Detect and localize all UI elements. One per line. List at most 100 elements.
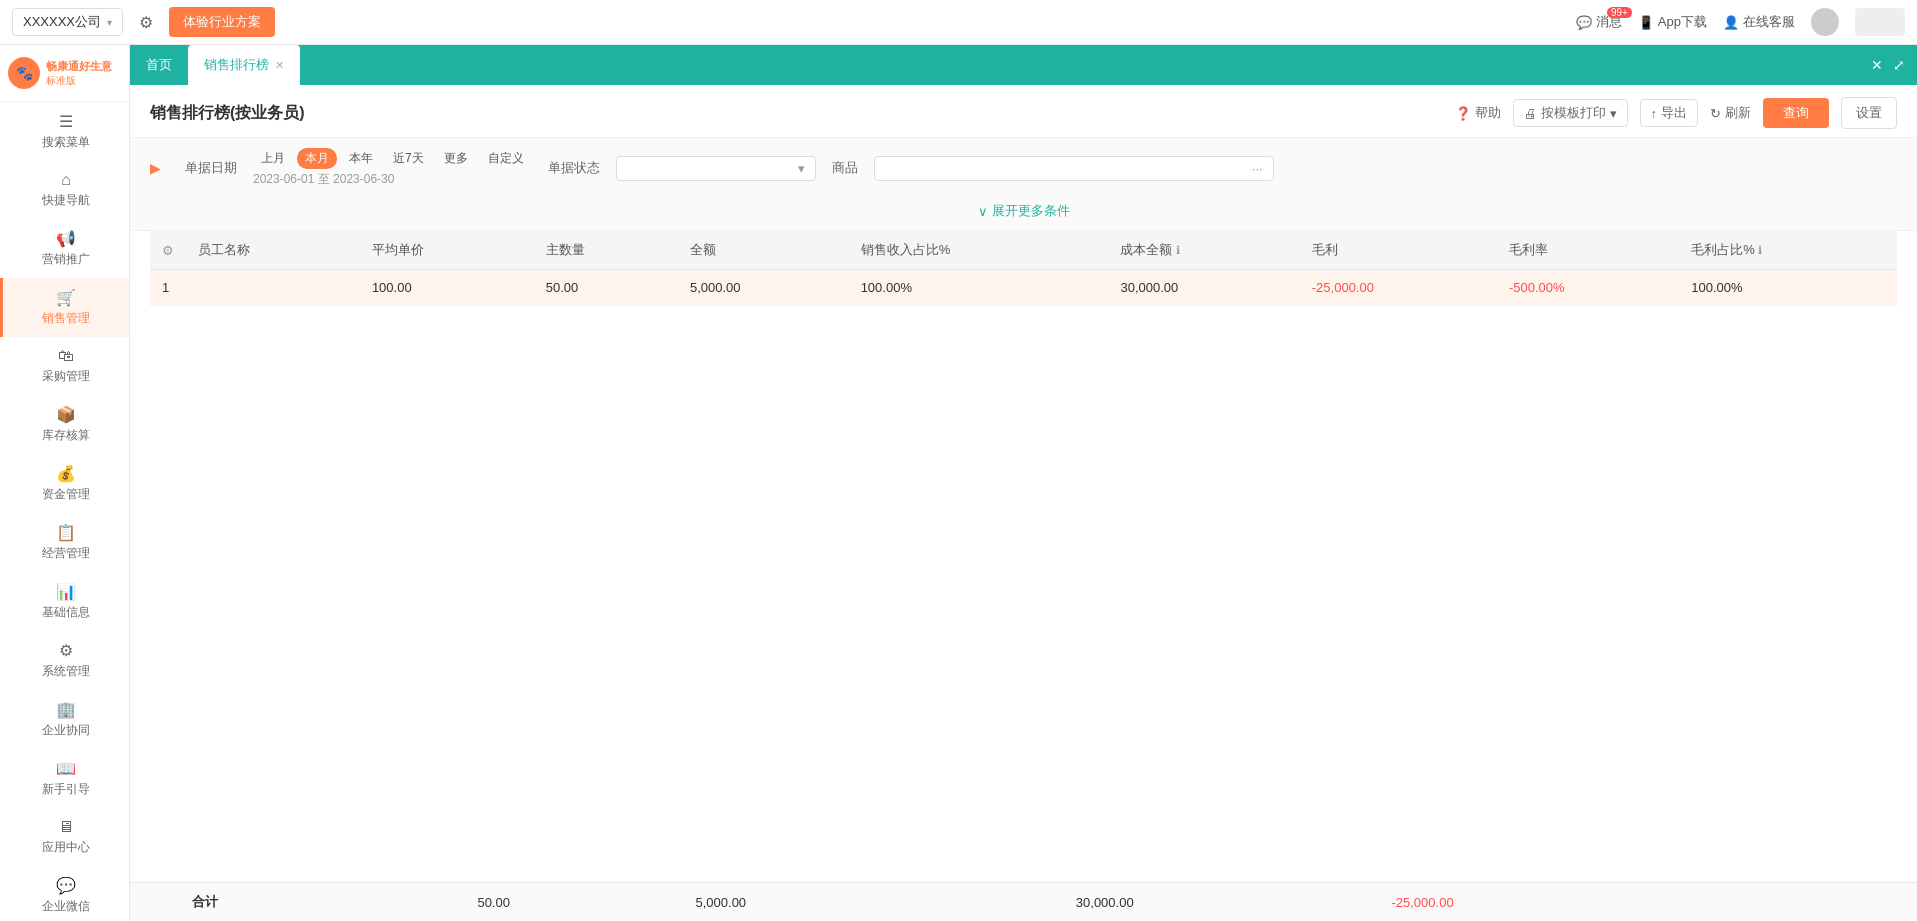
window-close-icon[interactable]: ✕ bbox=[1871, 57, 1883, 73]
status-filter-label: 单据状态 bbox=[548, 159, 600, 177]
message-badge: 99+ bbox=[1607, 7, 1632, 18]
sidebar-item-system[interactable]: ⚙ 系统管理 bbox=[0, 631, 129, 690]
refresh-label: 刷新 bbox=[1725, 104, 1751, 122]
help-icon: ❓ bbox=[1455, 106, 1471, 121]
sidebar-item-finance-label: 资金管理 bbox=[42, 486, 90, 503]
logo-text-line1: 畅康通好生意 bbox=[46, 59, 112, 74]
row-rank: 1 bbox=[150, 270, 186, 306]
col-header-gross-pct: 毛利占比% ℹ bbox=[1679, 231, 1897, 270]
settings-button[interactable]: 设置 bbox=[1841, 97, 1897, 129]
cost-info-icon[interactable]: ℹ bbox=[1176, 244, 1180, 256]
col-header-gross: 毛利 bbox=[1300, 231, 1497, 270]
tab-sales-rank[interactable]: 销售排行榜 ✕ bbox=[188, 45, 300, 85]
operations-icon: 📋 bbox=[56, 523, 76, 542]
goods-select[interactable]: ··· bbox=[874, 156, 1274, 181]
col-settings-icon[interactable]: ⚙ bbox=[162, 243, 174, 258]
help-button[interactable]: ❓ 帮助 bbox=[1455, 104, 1501, 122]
filter-row: ▶ 单据日期 上月 本月 本年 近7天 更多 自定义 bbox=[150, 148, 1897, 188]
sidebar-item-marketing-label: 营销推广 bbox=[42, 251, 90, 268]
col-header-settings[interactable]: ⚙ bbox=[150, 231, 186, 270]
sidebar-item-sales[interactable]: 🛒 销售管理 bbox=[0, 278, 129, 337]
sidebar-item-quick-nav-label: 快捷导航 bbox=[42, 192, 90, 209]
app-download-button[interactable]: 📱 App下载 bbox=[1638, 13, 1707, 31]
row-qty: 50.00 bbox=[534, 270, 678, 306]
sidebar-item-sales-label: 销售管理 bbox=[42, 310, 90, 327]
sidebar-item-app-center[interactable]: 🖥 应用中心 bbox=[0, 808, 129, 866]
footer-table: 合计 50.00 5,000.00 30,000.00 -25,000.00 bbox=[150, 893, 1897, 911]
expand-more-label: 展开更多条件 bbox=[992, 202, 1070, 220]
footer-empty-col bbox=[150, 893, 180, 911]
guide-icon: 📖 bbox=[56, 759, 76, 778]
status-select[interactable]: ▾ bbox=[616, 156, 816, 181]
export-icon: ↑ bbox=[1651, 106, 1658, 121]
export-button[interactable]: ↑ 导出 bbox=[1640, 99, 1699, 127]
row-avg-price: 100.00 bbox=[360, 270, 534, 306]
wechat-icon: 💬 bbox=[56, 876, 76, 895]
footer-avg-price-empty bbox=[373, 893, 466, 911]
sidebar-item-app-center-label: 应用中心 bbox=[42, 839, 90, 856]
footer-gross-pct-empty bbox=[1804, 893, 1897, 911]
sidebar-item-basic-info[interactable]: 📊 基础信息 bbox=[0, 572, 129, 631]
query-button[interactable]: 查询 bbox=[1763, 98, 1829, 128]
sidebar-item-wechat-label: 企业微信 bbox=[42, 898, 90, 915]
col-header-total: 全额 bbox=[678, 231, 849, 270]
goods-more-icon[interactable]: ··· bbox=[1252, 161, 1263, 176]
date-tab-last-month[interactable]: 上月 bbox=[253, 148, 293, 169]
sales-icon: 🛒 bbox=[56, 288, 76, 307]
sidebar-item-search-order-label: 搜索菜单 bbox=[42, 134, 90, 151]
sidebar-item-guide[interactable]: 📖 新手引导 bbox=[0, 749, 129, 808]
date-tab-custom[interactable]: 自定义 bbox=[480, 148, 532, 169]
sidebar-item-marketing[interactable]: 📢 营销推广 bbox=[0, 219, 129, 278]
print-button[interactable]: 🖨 按模板打印 ▾ bbox=[1513, 99, 1628, 127]
sidebar-item-enterprise-label: 企业协同 bbox=[42, 722, 90, 739]
topbar-settings-button[interactable]: ⚙ bbox=[131, 7, 161, 37]
export-label: 导出 bbox=[1661, 104, 1687, 122]
sidebar-item-wechat[interactable]: 💬 企业微信 bbox=[0, 866, 129, 921]
online-support-icon: 👤 bbox=[1723, 15, 1739, 30]
footer-gross-rate-empty bbox=[1712, 893, 1805, 911]
date-tab-current-year[interactable]: 本年 bbox=[341, 148, 381, 169]
tab-sales-rank-close[interactable]: ✕ bbox=[275, 59, 284, 72]
trial-button[interactable]: 体验行业方案 bbox=[169, 7, 275, 37]
sidebar-item-operations-label: 经营管理 bbox=[42, 545, 90, 562]
sidebar-item-basic-info-label: 基础信息 bbox=[42, 604, 90, 621]
tab-home[interactable]: 首页 bbox=[130, 45, 188, 85]
online-support-button[interactable]: 👤 在线客服 bbox=[1723, 13, 1795, 31]
user-name-display[interactable] bbox=[1855, 8, 1905, 36]
app-download-icon: 📱 bbox=[1638, 15, 1654, 30]
avatar[interactable] bbox=[1811, 8, 1839, 36]
gross-pct-info-icon[interactable]: ℹ bbox=[1758, 244, 1762, 256]
app-download-label: App下载 bbox=[1658, 13, 1707, 31]
marketing-icon: 📢 bbox=[56, 229, 76, 248]
message-button[interactable]: 💬 消息 99+ bbox=[1576, 13, 1622, 31]
window-maximize-icon[interactable]: ⤢ bbox=[1893, 57, 1905, 73]
logo-text-line2: 标准版 bbox=[46, 74, 112, 88]
message-icon: 💬 bbox=[1576, 15, 1592, 30]
sidebar-item-search-order[interactable]: ☰ 搜索菜单 bbox=[0, 102, 129, 161]
date-tab-current-month[interactable]: 本月 bbox=[297, 148, 337, 169]
date-tab-last-7-days[interactable]: 近7天 bbox=[385, 148, 432, 169]
sidebar-item-guide-label: 新手引导 bbox=[42, 781, 90, 798]
col-header-qty: 主数量 bbox=[534, 231, 678, 270]
company-selector[interactable]: XXXXXX公司 ▾ bbox=[12, 8, 123, 36]
print-label: 按模板打印 bbox=[1541, 104, 1606, 122]
date-tab-more[interactable]: 更多 bbox=[436, 148, 476, 169]
sidebar-item-purchase[interactable]: 🛍 采购管理 bbox=[0, 337, 129, 395]
footer-gross: -25,000.00 bbox=[1379, 893, 1711, 911]
footer-qty: 50.00 bbox=[465, 893, 683, 911]
sidebar-item-inventory-label: 库存核算 bbox=[42, 427, 90, 444]
sidebar-item-inventory[interactable]: 📦 库存核算 bbox=[0, 395, 129, 454]
expand-more-button[interactable]: ∨ 展开更多条件 bbox=[978, 202, 1070, 220]
enterprise-icon: 🏢 bbox=[56, 700, 76, 719]
refresh-button[interactable]: ↻ 刷新 bbox=[1710, 104, 1751, 122]
sidebar-item-enterprise[interactable]: 🏢 企业协同 bbox=[0, 690, 129, 749]
expand-more-arrow: ∨ bbox=[978, 204, 988, 219]
sidebar-item-operations[interactable]: 📋 经营管理 bbox=[0, 513, 129, 572]
col-header-avg-price: 平均单价 bbox=[360, 231, 534, 270]
search-order-icon: ☰ bbox=[59, 112, 73, 131]
sidebar-item-finance[interactable]: 💰 资金管理 bbox=[0, 454, 129, 513]
sidebar-item-quick-nav[interactable]: ⌂ 快捷导航 bbox=[0, 161, 129, 219]
sidebar: 🐾 畅康通好生意 标准版 ☰ 搜索菜单 ⌂ 快捷导航 📢 营销推广 🛒 销售 bbox=[0, 45, 130, 921]
filter-toggle-arrow[interactable]: ▶ bbox=[150, 160, 161, 176]
company-dropdown-arrow: ▾ bbox=[107, 17, 112, 28]
